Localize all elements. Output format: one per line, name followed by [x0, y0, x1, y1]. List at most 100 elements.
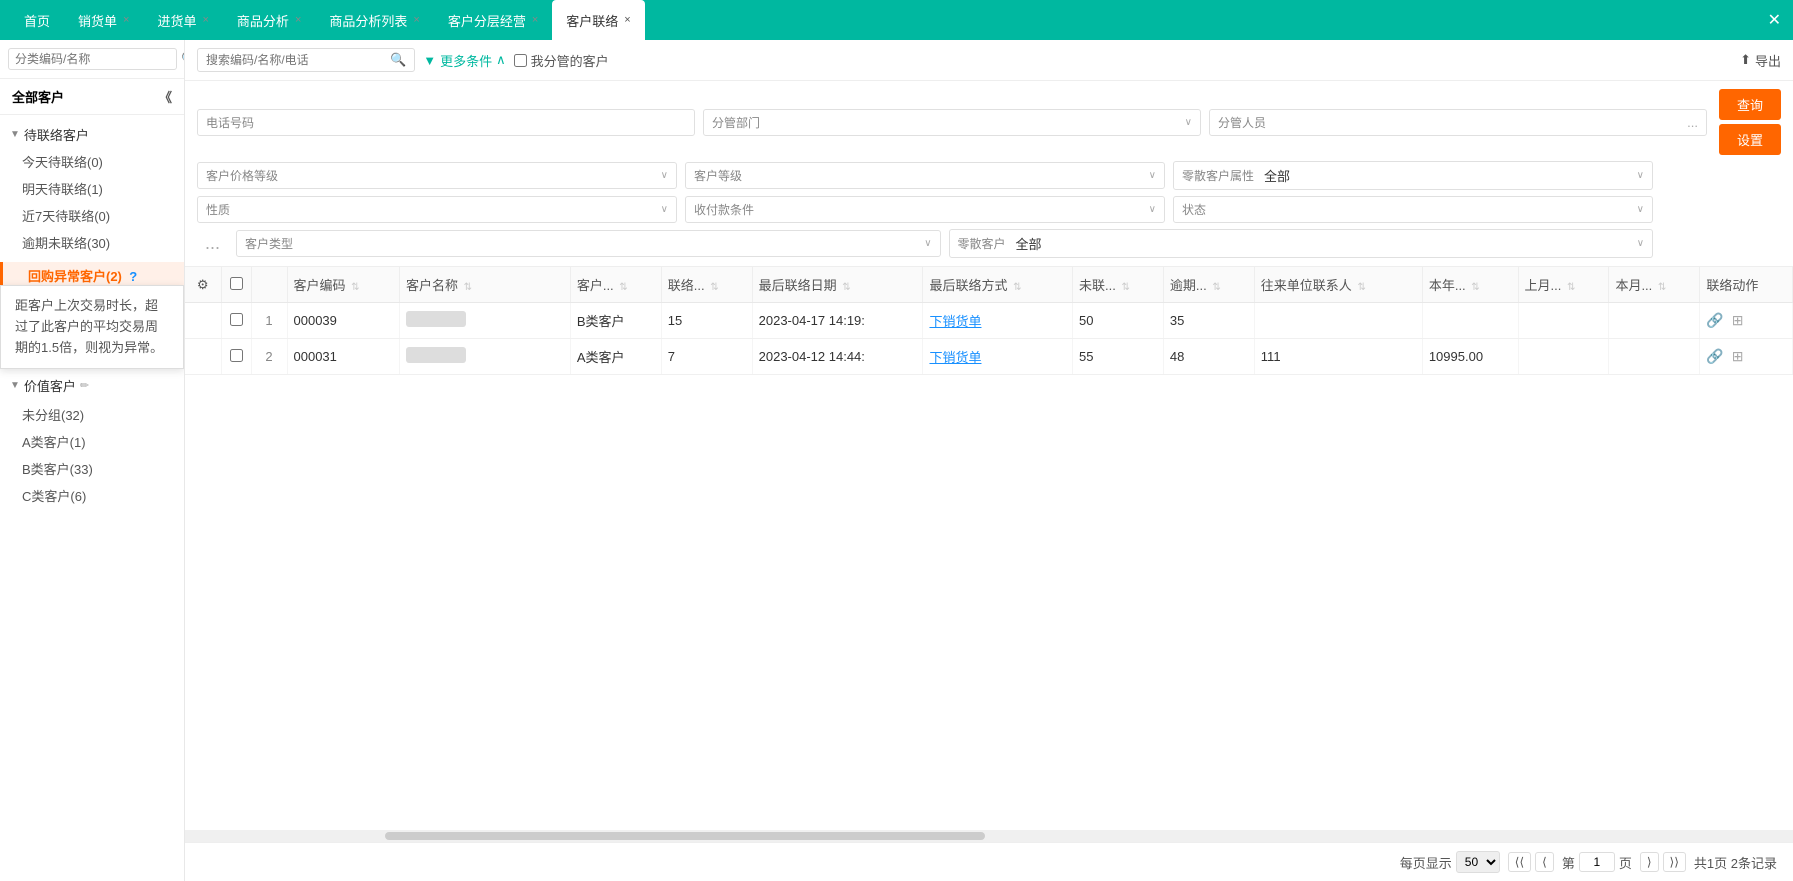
value-edit-icon[interactable]: ✏ [80, 379, 89, 392]
nav-tab-analysis[interactable]: 商品分析 × [223, 0, 315, 40]
nav-tab-analysis-list[interactable]: 商品分析列表 × [315, 0, 433, 40]
close-sales-tab[interactable]: × [123, 14, 129, 26]
row2-checkbox[interactable] [230, 349, 243, 362]
close-purchase-tab[interactable]: × [202, 14, 208, 26]
phone-input[interactable] [258, 115, 686, 129]
sidebar-item-ungroup[interactable]: 未分组(32) [0, 401, 184, 428]
per-page-dropdown[interactable]: 50 [1456, 851, 1500, 873]
contact-icon-2[interactable]: 🔗 [1706, 348, 1723, 365]
manager-dots[interactable]: ... [1687, 115, 1698, 130]
h-scroll-bar[interactable] [185, 830, 1793, 842]
sort-notcontact-icon[interactable]: ⇅ [1121, 282, 1129, 293]
search-input[interactable] [206, 53, 386, 67]
sort-code-icon[interactable]: ⇅ [351, 282, 359, 293]
td-code-1[interactable]: 000039 [287, 303, 400, 339]
td-lastway-2[interactable]: 下销货单 [923, 339, 1073, 375]
filter-nature[interactable]: 性质 ∨ [197, 196, 677, 223]
sort-overdue-icon[interactable]: ⇅ [1212, 282, 1220, 293]
nav-tab-customer-tier[interactable]: 客户分层经营 × [434, 0, 552, 40]
page-number-input[interactable] [1579, 852, 1615, 872]
sort-name-icon[interactable]: ⇅ [464, 282, 472, 293]
close-analysis-list-tab[interactable]: × [413, 14, 419, 26]
filter-price-grade[interactable]: 客户价格等级 ∨ [197, 162, 677, 189]
nav-tab-customer-contact[interactable]: 客户联络 × [552, 0, 644, 40]
sidebar-item-today[interactable]: 今天待联络(0) [0, 148, 184, 175]
contact-icon-1[interactable]: 🔗 [1706, 312, 1723, 329]
filter-dept[interactable]: 分管部门 ∨ [703, 109, 1201, 136]
td-check-2[interactable] [221, 339, 251, 375]
nav-tab-home[interactable]: 首页 [10, 0, 64, 40]
sidebar-value-group[interactable]: ▼ 价值客户 ✏ [0, 370, 184, 401]
sidebar-search-icon[interactable]: 🔍 [181, 51, 185, 67]
next-page-btn[interactable]: ⟩ [1640, 852, 1659, 872]
sidebar-item-c-class[interactable]: C类客户(6) [0, 482, 184, 509]
setting-button[interactable]: 设置 [1719, 124, 1781, 155]
th-lastway[interactable]: 最后联络方式 ⇅ [923, 267, 1073, 303]
close-all-btn[interactable]: ✕ [1768, 10, 1781, 30]
h-scroll-thumb[interactable] [385, 832, 985, 840]
filter-customer-type[interactable]: 客户类型 ∨ [236, 230, 941, 257]
th-notcontact[interactable]: 未联... ⇅ [1072, 267, 1163, 303]
export-btn[interactable]: ⬆ 导出 [1740, 51, 1781, 70]
filter-status[interactable]: 状态 ∨ [1173, 196, 1653, 223]
sidebar-all-customers[interactable]: 全部客户 《 [0, 79, 184, 115]
th-lastdate[interactable]: 最后联络日期 ⇅ [752, 267, 923, 303]
sidebar-item-b-class[interactable]: B类客户(33) [0, 455, 184, 482]
sidebar-collapse-icon[interactable]: 《 [159, 87, 172, 106]
sort-thismonth-icon[interactable]: ⇅ [1658, 282, 1666, 293]
th-thisyear[interactable]: 本年... ⇅ [1422, 267, 1518, 303]
sort-lastdate-icon[interactable]: ⇅ [842, 282, 850, 293]
th-lastmonth[interactable]: 上月... ⇅ [1518, 267, 1609, 303]
close-customer-tier-tab[interactable]: × [532, 14, 538, 26]
close-customer-contact-tab[interactable]: × [624, 14, 630, 26]
th-contact[interactable]: 联络... ⇅ [661, 267, 752, 303]
grid-icon-2[interactable]: ⊞ [1732, 348, 1744, 365]
grid-icon-1[interactable]: ⊞ [1732, 312, 1744, 329]
more-filter-btn[interactable]: ▼ 更多条件 ∧ [423, 51, 505, 70]
prev-page-btn[interactable]: ⟨ [1535, 852, 1554, 872]
filter-customer-grade[interactable]: 客户等级 ∨ [685, 162, 1165, 189]
th-unitcontact[interactable]: 往来单位联系人 ⇅ [1254, 267, 1422, 303]
th-type[interactable]: 客户... ⇅ [570, 267, 661, 303]
sort-unitcontact-icon[interactable]: ⇅ [1357, 282, 1365, 293]
lastway-link-2[interactable]: 下销货单 [929, 350, 981, 365]
sidebar-item-a-class[interactable]: A类客户(1) [0, 428, 184, 455]
row1-checkbox[interactable] [230, 313, 243, 326]
th-settings[interactable]: ⚙ [185, 267, 221, 303]
nav-tab-sales[interactable]: 销货单 × [64, 0, 143, 40]
nav-tab-purchase[interactable]: 进货单 × [143, 0, 222, 40]
th-thismonth[interactable]: 本月... ⇅ [1609, 267, 1700, 303]
repurchase-help-icon[interactable]: ? [129, 269, 137, 284]
sort-contact-icon[interactable]: ⇅ [710, 282, 718, 293]
sort-lastway-icon[interactable]: ⇅ [1013, 282, 1021, 293]
close-analysis-tab[interactable]: × [295, 14, 301, 26]
my-customer-checkbox[interactable] [514, 54, 527, 67]
sidebar-pending-title[interactable]: ▼ 待联络客户 [0, 121, 184, 148]
sidebar-item-overdue[interactable]: 逾期未联络(30) [0, 229, 184, 256]
my-customer-check[interactable]: 我分管的客户 [514, 51, 609, 70]
td-code-2[interactable]: 000031 [287, 339, 400, 375]
filter-payment[interactable]: 收付款条件 ∨ [685, 196, 1165, 223]
sort-lastmonth-icon[interactable]: ⇅ [1567, 282, 1575, 293]
filter-scatter-customer[interactable]: 零散客户 全部 ∨ [949, 229, 1654, 258]
sidebar-item-7days[interactable]: 近7天待联络(0) [0, 202, 184, 229]
sort-thisyear-icon[interactable]: ⇅ [1471, 282, 1479, 293]
lastway-link-1[interactable]: 下销货单 [929, 314, 981, 329]
sort-type-icon[interactable]: ⇅ [619, 282, 627, 293]
sidebar-search-input[interactable] [8, 48, 177, 70]
more-dots-btn[interactable]: ... [197, 229, 228, 258]
sidebar-item-tomorrow[interactable]: 明天待联络(1) [0, 175, 184, 202]
filter-scatter-attr[interactable]: 零散客户属性 全部 ∨ [1173, 161, 1653, 190]
th-check[interactable] [221, 267, 251, 303]
search-icon[interactable]: 🔍 [390, 52, 406, 68]
last-page-btn[interactable]: ⟩⟩ [1663, 852, 1686, 872]
query-button[interactable]: 查询 [1719, 89, 1781, 120]
filter-phone[interactable]: 电话号码 [197, 109, 695, 136]
first-page-btn[interactable]: ⟨⟨ [1508, 852, 1531, 872]
td-check-1[interactable] [221, 303, 251, 339]
th-name[interactable]: 客户名称 ⇅ [400, 267, 571, 303]
select-all-checkbox[interactable] [230, 277, 243, 290]
th-overdue[interactable]: 逾期... ⇅ [1163, 267, 1254, 303]
th-code[interactable]: 客户编码 ⇅ [287, 267, 400, 303]
td-lastway-1[interactable]: 下销货单 [923, 303, 1073, 339]
